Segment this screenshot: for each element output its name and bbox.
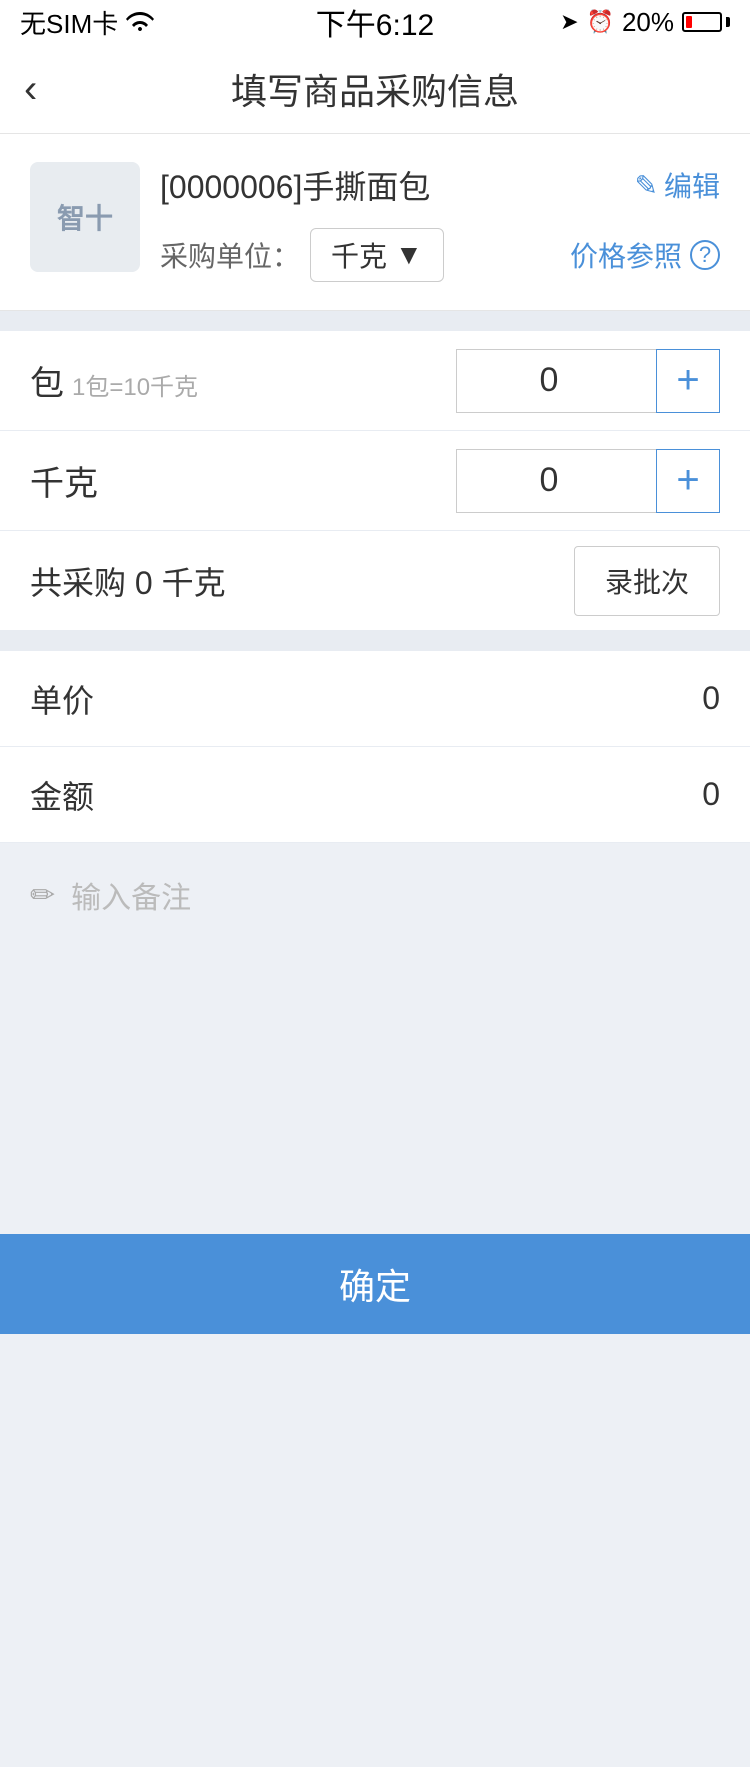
- summary-text: 共采购 0 千克: [30, 558, 226, 604]
- location-icon: ➤: [560, 9, 578, 35]
- amount-value: 0: [702, 776, 720, 813]
- nav-bar: ‹ 填写商品采购信息: [0, 44, 750, 134]
- section-divider-2: [0, 631, 750, 651]
- bag-input-row: 包1包=10千克 +: [0, 331, 750, 431]
- alarm-icon: ⏰: [587, 9, 614, 35]
- product-thumb-text: 智十: [57, 197, 113, 237]
- amount-label: 金额: [30, 772, 94, 818]
- unit-value: 千克: [331, 235, 387, 275]
- section-divider-1: [0, 311, 750, 331]
- page-title: 填写商品采购信息: [231, 63, 519, 115]
- unit-prefix: 采购单位：: [160, 235, 300, 275]
- kg-input-row: 千克 +: [0, 431, 750, 531]
- amount-row: 金额 0: [0, 747, 750, 843]
- batch-button[interactable]: 录批次: [574, 546, 720, 616]
- battery-indicator: [682, 12, 730, 32]
- price-ref-label: 价格参照: [570, 235, 682, 275]
- unit-price-label: 单价: [30, 676, 94, 722]
- remark-section[interactable]: ✏ 输入备注: [0, 843, 750, 947]
- bag-label: 包1包=10千克: [30, 356, 456, 405]
- carrier-text: 无SIM卡: [20, 4, 118, 41]
- edit-button[interactable]: ✎ 编辑: [635, 165, 720, 205]
- info-icon: ?: [690, 240, 720, 270]
- unit-row: 采购单位： 千克 ▼ 价格参照 ?: [160, 228, 720, 282]
- confirm-button[interactable]: 确定: [0, 1234, 750, 1334]
- product-info: [0000006]手撕面包 ✎ 编辑 采购单位： 千克 ▼ 价格参照 ?: [160, 162, 720, 282]
- main-content-filler: [0, 947, 750, 1767]
- kg-plus-button[interactable]: +: [656, 449, 720, 513]
- product-name: [0000006]手撕面包: [160, 162, 430, 208]
- price-reference-button[interactable]: 价格参照 ?: [570, 235, 720, 275]
- back-button[interactable]: ‹: [24, 69, 37, 109]
- status-bar: 无SIM卡 下午6:12 ➤ ⏰ 20%: [0, 0, 750, 44]
- status-left: 无SIM卡: [20, 4, 154, 41]
- edit-icon: ✎: [635, 169, 658, 202]
- unit-select-dropdown[interactable]: 千克 ▼: [310, 228, 444, 282]
- price-section: 单价 0 金额 0: [0, 651, 750, 843]
- product-thumbnail: 智十: [30, 162, 140, 272]
- bag-qty-input[interactable]: [456, 349, 656, 413]
- status-right: ➤ ⏰ 20%: [560, 7, 730, 38]
- kg-qty-input[interactable]: [456, 449, 656, 513]
- product-title-row: [0000006]手撕面包 ✎ 编辑: [160, 162, 720, 208]
- bag-qty-wrap: +: [456, 349, 720, 413]
- edit-label: 编辑: [664, 165, 720, 205]
- product-card: 智十 [0000006]手撕面包 ✎ 编辑 采购单位： 千克 ▼ 价格参照 ?: [0, 134, 750, 311]
- input-section: 包1包=10千克 + 千克 +: [0, 331, 750, 531]
- unit-price-value: 0: [702, 680, 720, 717]
- remark-pencil-icon: ✏: [30, 878, 55, 913]
- summary-row: 共采购 0 千克 录批次: [0, 531, 750, 631]
- battery-percent: 20%: [622, 7, 674, 38]
- status-time: 下午6:12: [316, 0, 434, 44]
- bag-plus-button[interactable]: +: [656, 349, 720, 413]
- kg-label: 千克: [30, 456, 456, 505]
- dropdown-arrow-icon: ▼: [395, 239, 423, 271]
- unit-price-row: 单价 0: [0, 651, 750, 747]
- bag-sublabel: 1包=10千克: [72, 374, 198, 401]
- remark-placeholder: 输入备注: [71, 873, 191, 917]
- wifi-icon: [126, 7, 154, 38]
- kg-qty-wrap: +: [456, 449, 720, 513]
